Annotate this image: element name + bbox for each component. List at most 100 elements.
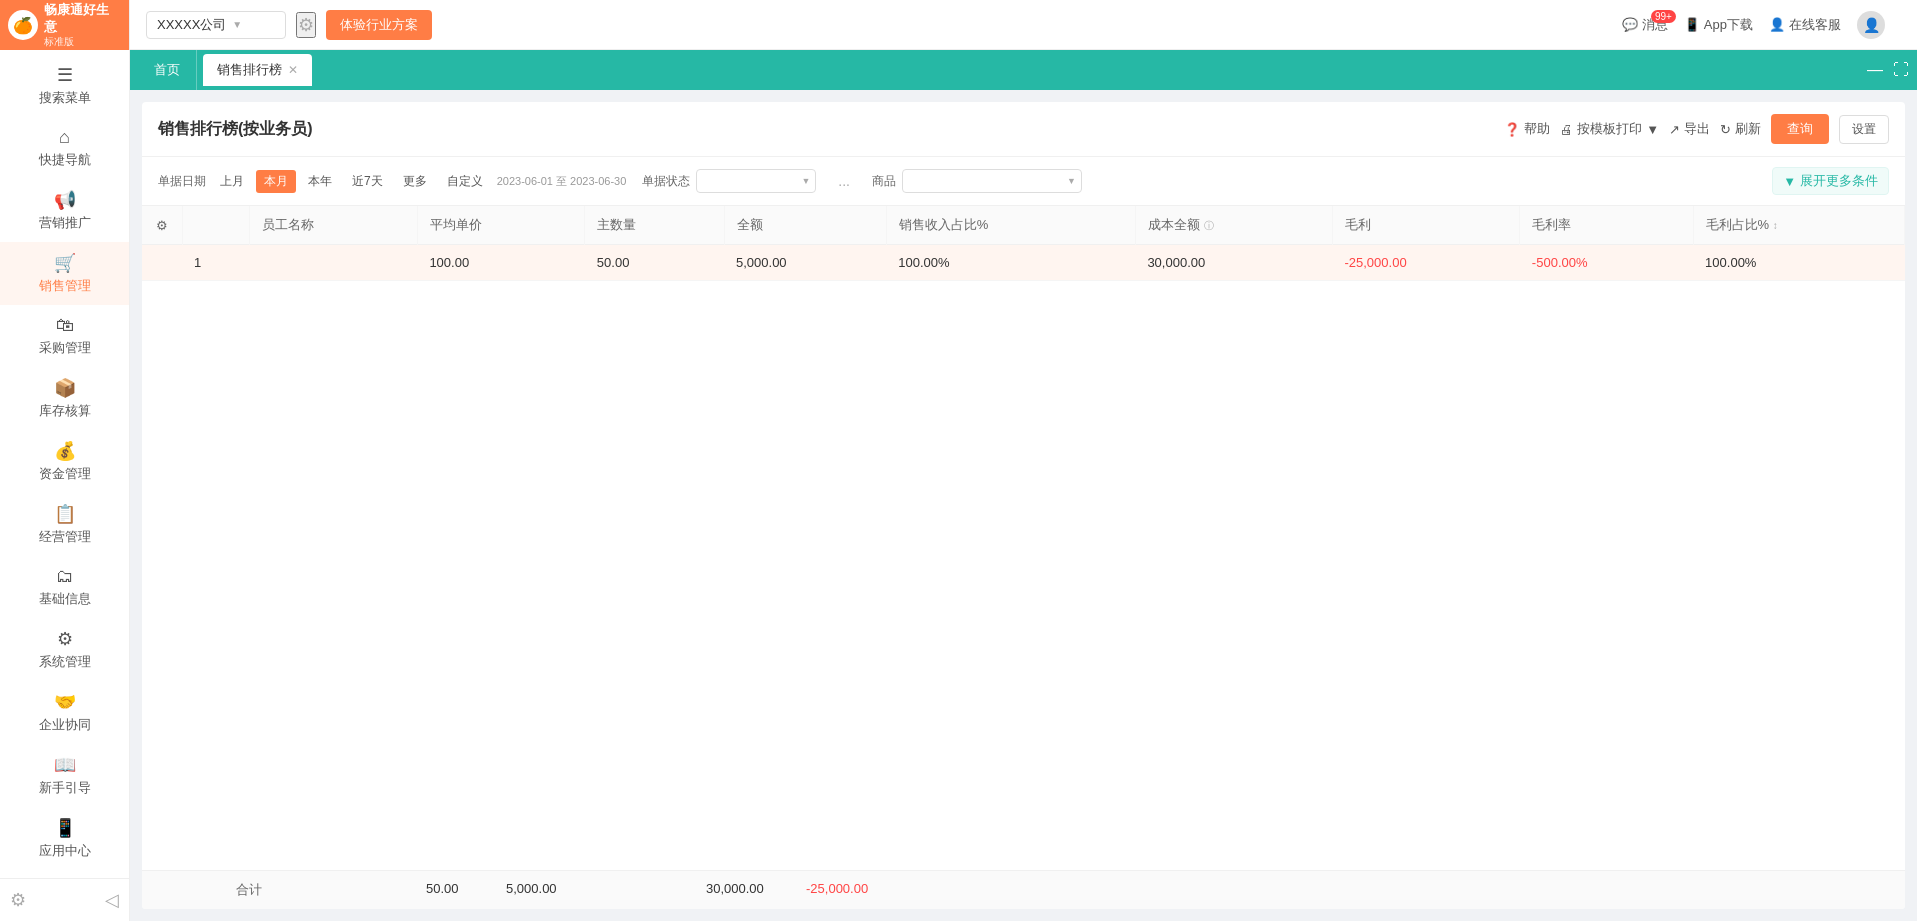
tab-minimize-icon[interactable]: — (1867, 61, 1883, 79)
cell-amount: 5,000.00 (724, 245, 886, 281)
header-right: 💬 消息 99+ 📱 App下载 👤 在线客服 👤 (1622, 11, 1901, 39)
sidebar-item-basic-info[interactable]: 🗂 基础信息 (0, 556, 129, 618)
tab-maximize-icon[interactable]: ⛶ (1893, 61, 1909, 79)
sidebar-item-system-mgmt[interactable]: ⚙ 系统管理 (0, 618, 129, 681)
col-gross-rate: 毛利率 (1520, 206, 1693, 245)
tab-sales-rank[interactable]: 销售排行榜 ✕ (203, 54, 312, 86)
cell-gross-profit: -25,000.00 (1332, 245, 1519, 281)
status-select[interactable] (696, 169, 816, 193)
status-select-wrap (696, 169, 816, 193)
sidebar-logo: 🍊 畅康通好生意 标准版 (0, 0, 129, 50)
try-industry-button[interactable]: 体验行业方案 (326, 10, 432, 40)
newbie-guide-icon: 📖 (54, 754, 76, 776)
logo-line1: 畅康通好生意 (44, 2, 121, 36)
export-button[interactable]: ↗ 导出 (1669, 120, 1710, 138)
col-rank (182, 206, 250, 245)
ellipsis-button[interactable]: ... (832, 170, 856, 192)
app-download-button[interactable]: 📱 App下载 (1684, 16, 1753, 34)
header-settings-button[interactable]: ⚙ (296, 12, 316, 38)
sidebar-item-enterprise-wechat[interactable]: 💬 企业微信 (0, 870, 129, 878)
more-conditions-label: 展开更多条件 (1800, 172, 1878, 190)
footer-cells: 合计 50.00 5,000.00 30,000.00 -25,000.00 (154, 881, 1893, 899)
footer-avg-price-spacer (324, 881, 414, 899)
user-avatar[interactable]: 👤 (1857, 11, 1885, 39)
custom-date-btn[interactable]: 自定义 (439, 170, 491, 193)
cell-avg-price: 100.00 (417, 245, 584, 281)
sidebar-footer: ⚙ ◁ (0, 878, 129, 921)
col-gross-pct: 毛利占比% ↕ (1693, 206, 1904, 245)
cell-gross-rate: -500.00% (1520, 245, 1693, 281)
sidebar-item-finance[interactable]: 💰 资金管理 (0, 430, 129, 493)
goods-filter-item: 商品 (872, 169, 1082, 193)
sidebar-item-label: 资金管理 (39, 465, 91, 483)
sidebar-item-label: 应用中心 (39, 842, 91, 860)
purchase-mgmt-icon: 🛍 (56, 315, 74, 336)
sidebar-item-label: 企业协同 (39, 716, 91, 734)
status-filter-item: 单据状态 (642, 169, 816, 193)
sidebar-item-enterprise-collab[interactable]: 🤝 企业协同 (0, 681, 129, 744)
more-conditions-button[interactable]: ▼ 展开更多条件 (1772, 167, 1889, 195)
sidebar-settings-icon[interactable]: ⚙ (10, 889, 26, 911)
footer-cost: 30,000.00 (694, 881, 794, 899)
table-row: 1 100.00 50.00 5,000.00 100.00% 30,000.0… (142, 245, 1905, 281)
logo-icon: 🍊 (8, 10, 38, 40)
message-badge: 99+ (1651, 10, 1676, 23)
footer-sales-pct-spacer (584, 881, 694, 899)
sidebar-item-app-center[interactable]: 📱 应用中心 (0, 807, 129, 870)
online-support-button[interactable]: 👤 在线客服 (1769, 16, 1841, 34)
message-button[interactable]: 💬 消息 99+ (1622, 16, 1668, 34)
logo-line2: 标准版 (44, 35, 121, 48)
col-amount: 全额 (724, 206, 886, 245)
sidebar-item-label: 快捷导航 (39, 151, 91, 169)
quick-nav-icon: ⌂ (59, 127, 70, 148)
sidebar-item-quick-nav[interactable]: ⌂ 快捷导航 (0, 117, 129, 179)
cell-rank: 1 (182, 245, 250, 281)
page-title: 销售排行榜(按业务员) (158, 119, 313, 152)
system-mgmt-icon: ⚙ (57, 628, 73, 650)
company-selector[interactable]: XXXXX公司 ▼ (146, 11, 286, 39)
sidebar-item-search-order[interactable]: ☰ 搜索菜单 (0, 54, 129, 117)
expand-icon: ▼ (1783, 174, 1796, 189)
operation-icon: 📋 (54, 503, 76, 525)
last-month-btn[interactable]: 上月 (212, 170, 252, 193)
help-button[interactable]: ❓ 帮助 (1504, 120, 1550, 138)
online-support-icon: 👤 (1769, 17, 1785, 32)
col-main-qty: 主数量 (585, 206, 724, 245)
sidebar-item-label: 营销推广 (39, 214, 91, 232)
content-area: 销售排行榜(按业务员) ❓ 帮助 🖨 按模板打印 ▼ ↗ 导出 (130, 90, 1917, 921)
sidebar-item-label: 搜索菜单 (39, 89, 91, 107)
sidebar-item-sales-mgmt[interactable]: 🛒 销售管理 (0, 242, 129, 305)
sidebar-item-purchase-mgmt[interactable]: 🛍 采购管理 (0, 305, 129, 367)
message-icon: 💬 (1622, 17, 1638, 32)
this-year-btn[interactable]: 本年 (300, 170, 340, 193)
query-button[interactable]: 查询 (1771, 114, 1829, 144)
basic-info-icon: 🗂 (56, 566, 74, 587)
print-button[interactable]: 🖨 按模板打印 ▼ (1560, 120, 1659, 138)
sidebar-item-label: 经营管理 (39, 528, 91, 546)
export-label: 导出 (1684, 120, 1710, 138)
sidebar-item-marketing[interactable]: 📢 营销推广 (0, 179, 129, 242)
logo-text: 畅康通好生意 标准版 (44, 2, 121, 49)
more-date-btn[interactable]: 更多 (395, 170, 435, 193)
tab-bar: 首页 销售排行榜 ✕ — ⛶ (130, 50, 1917, 90)
sidebar-item-newbie-guide[interactable]: 📖 新手引导 (0, 744, 129, 807)
tab-close-icon[interactable]: ✕ (288, 63, 298, 77)
help-icon: ❓ (1504, 122, 1520, 137)
col-settings[interactable]: ⚙ (142, 206, 182, 245)
settings-button[interactable]: 设置 (1839, 115, 1889, 144)
main-area: XXXXX公司 ▼ ⚙ 体验行业方案 💬 消息 99+ 📱 App下载 👤 在线… (130, 0, 1917, 921)
sidebar-item-label: 新手引导 (39, 779, 91, 797)
goods-select[interactable] (902, 169, 1082, 193)
print-dropdown-icon: ▼ (1646, 122, 1659, 137)
tab-home[interactable]: 首页 (138, 50, 197, 90)
page-header: 销售排行榜(按业务员) ❓ 帮助 🖨 按模板打印 ▼ ↗ 导出 (142, 102, 1905, 157)
sidebar-item-inventory[interactable]: 📦 库存核算 (0, 367, 129, 430)
app-download-label: App下载 (1704, 16, 1753, 34)
refresh-button[interactable]: ↻ 刷新 (1720, 120, 1761, 138)
sidebar-collapse-icon[interactable]: ◁ (105, 889, 119, 911)
this-month-btn[interactable]: 本月 (256, 170, 296, 193)
refresh-icon: ↻ (1720, 122, 1731, 137)
sidebar-item-operation[interactable]: 📋 经营管理 (0, 493, 129, 556)
last-7-days-btn[interactable]: 近7天 (344, 170, 391, 193)
status-label: 单据状态 (642, 173, 690, 190)
